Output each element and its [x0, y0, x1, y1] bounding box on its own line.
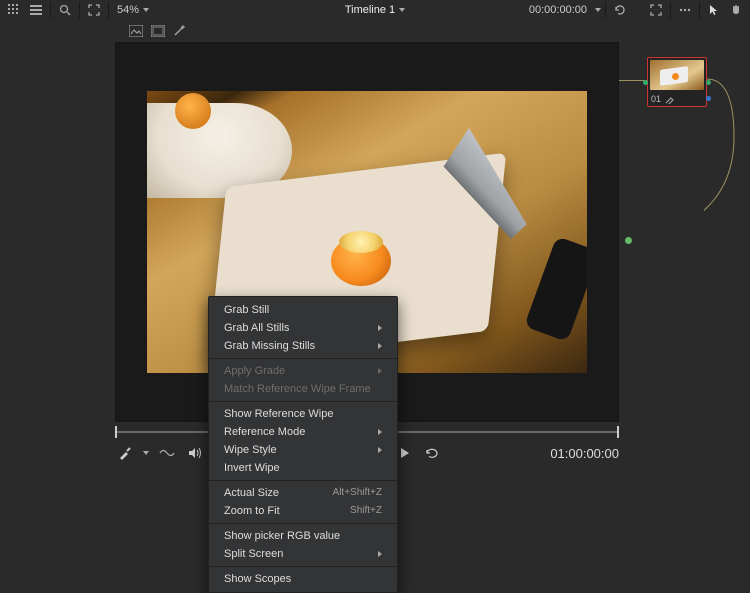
menu-separator — [209, 566, 397, 567]
divider — [605, 2, 606, 18]
next-clip-icon[interactable] — [396, 443, 416, 463]
menu-item-shortcut: Shift+Z — [350, 504, 382, 518]
submenu-arrow-icon — [378, 429, 382, 435]
menu-item-label: Grab Still — [224, 303, 269, 317]
menu-item-label: Zoom to Fit — [224, 504, 280, 518]
menu-item-label: Show Reference Wipe — [224, 407, 333, 421]
node-input-dot[interactable] — [643, 80, 648, 85]
divider — [79, 2, 80, 18]
menu-item-label: Grab Missing Stills — [224, 339, 315, 353]
node[interactable]: 01 — [647, 57, 707, 107]
loop-icon[interactable] — [422, 443, 442, 463]
menu-item[interactable]: Grab Still — [209, 301, 397, 319]
wand-icon[interactable] — [170, 21, 190, 41]
menu-item-shortcut: Alt+Shift+Z — [333, 486, 382, 500]
submenu-arrow-icon — [378, 368, 382, 374]
menu-item[interactable]: Zoom to Fit Shift+Z — [209, 502, 397, 520]
hand-tool-icon[interactable] — [726, 0, 746, 20]
bypass-icon[interactable] — [157, 443, 177, 463]
chevron-down-icon — [143, 8, 149, 12]
node-output-terminal[interactable] — [625, 237, 632, 244]
submenu-arrow-icon — [378, 447, 382, 453]
zoom-level[interactable]: 54% — [113, 4, 153, 16]
menu-item[interactable]: Wipe Style — [209, 441, 397, 459]
scope-mode-icon[interactable] — [148, 21, 168, 41]
divider — [50, 2, 51, 18]
divider — [699, 2, 700, 18]
picker-tool-icon[interactable] — [115, 443, 135, 463]
timeline-title[interactable]: Timeline 1 — [341, 4, 409, 16]
view-grid-icon[interactable] — [4, 0, 24, 20]
menu-separator — [209, 358, 397, 359]
node-label: 01 — [651, 94, 661, 104]
refresh-icon[interactable] — [610, 0, 630, 20]
menu-separator — [209, 401, 397, 402]
node-thumbnail — [650, 60, 704, 90]
search-icon[interactable] — [55, 0, 75, 20]
menu-item-label: Show picker RGB value — [224, 529, 340, 543]
submenu-arrow-icon — [378, 325, 382, 331]
menu-separator — [209, 480, 397, 481]
divider — [108, 2, 109, 18]
menu-item-label: Invert Wipe — [224, 461, 280, 475]
node-tool-icon — [665, 94, 675, 104]
menu-item[interactable]: Show picker RGB value — [209, 527, 397, 545]
submenu-arrow-icon — [378, 551, 382, 557]
menu-item: Apply Grade — [209, 362, 397, 380]
menu-item-label: Match Reference Wipe Frame — [224, 382, 371, 396]
viewer-timecode[interactable]: 01:00:00:00 — [550, 446, 619, 461]
timeline-title-label: Timeline 1 — [345, 4, 395, 16]
expand2-icon[interactable] — [646, 0, 666, 20]
menu-item[interactable]: Invert Wipe — [209, 459, 397, 477]
node-graph[interactable]: 01 — [619, 42, 750, 528]
menu-item[interactable]: Actual Size Alt+Shift+Z — [209, 484, 397, 502]
divider — [670, 2, 671, 18]
chevron-down-icon[interactable] — [143, 451, 149, 455]
menu-item-label: Split Screen — [224, 547, 283, 561]
menu-item[interactable]: Split Screen — [209, 545, 397, 563]
image-mode-icon[interactable] — [126, 21, 146, 41]
menu-item-label: Grab All Stills — [224, 321, 289, 335]
pointer-tool-icon[interactable] — [704, 0, 724, 20]
menu-item[interactable]: Reference Mode — [209, 423, 397, 441]
menu-item-label: Actual Size — [224, 486, 279, 500]
menu-item-label: Wipe Style — [224, 443, 277, 457]
menu-item[interactable]: Show Scopes — [209, 570, 397, 588]
timecode-display[interactable]: 00:00:00:00 — [525, 4, 591, 16]
menu-item[interactable]: Grab All Stills — [209, 319, 397, 337]
menu-item: Match Reference Wipe Frame — [209, 380, 397, 398]
menu-item-label: Apply Grade — [224, 364, 285, 378]
menu-item-label: Show Scopes — [224, 572, 291, 586]
chevron-down-icon — [399, 8, 405, 12]
audio-icon[interactable] — [185, 443, 205, 463]
more-icon[interactable] — [675, 0, 695, 20]
zoom-level-label: 54% — [117, 4, 139, 16]
menu-separator — [209, 523, 397, 524]
chevron-down-icon — [595, 8, 601, 12]
node-edge — [704, 57, 744, 247]
left-gutter — [0, 42, 115, 528]
menu-item[interactable]: Grab Missing Stills — [209, 337, 397, 355]
menu-item-label: Reference Mode — [224, 425, 305, 439]
submenu-arrow-icon — [378, 343, 382, 349]
menu-item[interactable]: Show Reference Wipe — [209, 405, 397, 423]
expand-icon[interactable] — [84, 0, 104, 20]
view-list-icon[interactable] — [26, 0, 46, 20]
viewer-context-menu: Grab Still Grab All Stills Grab Missing St… — [208, 296, 398, 593]
